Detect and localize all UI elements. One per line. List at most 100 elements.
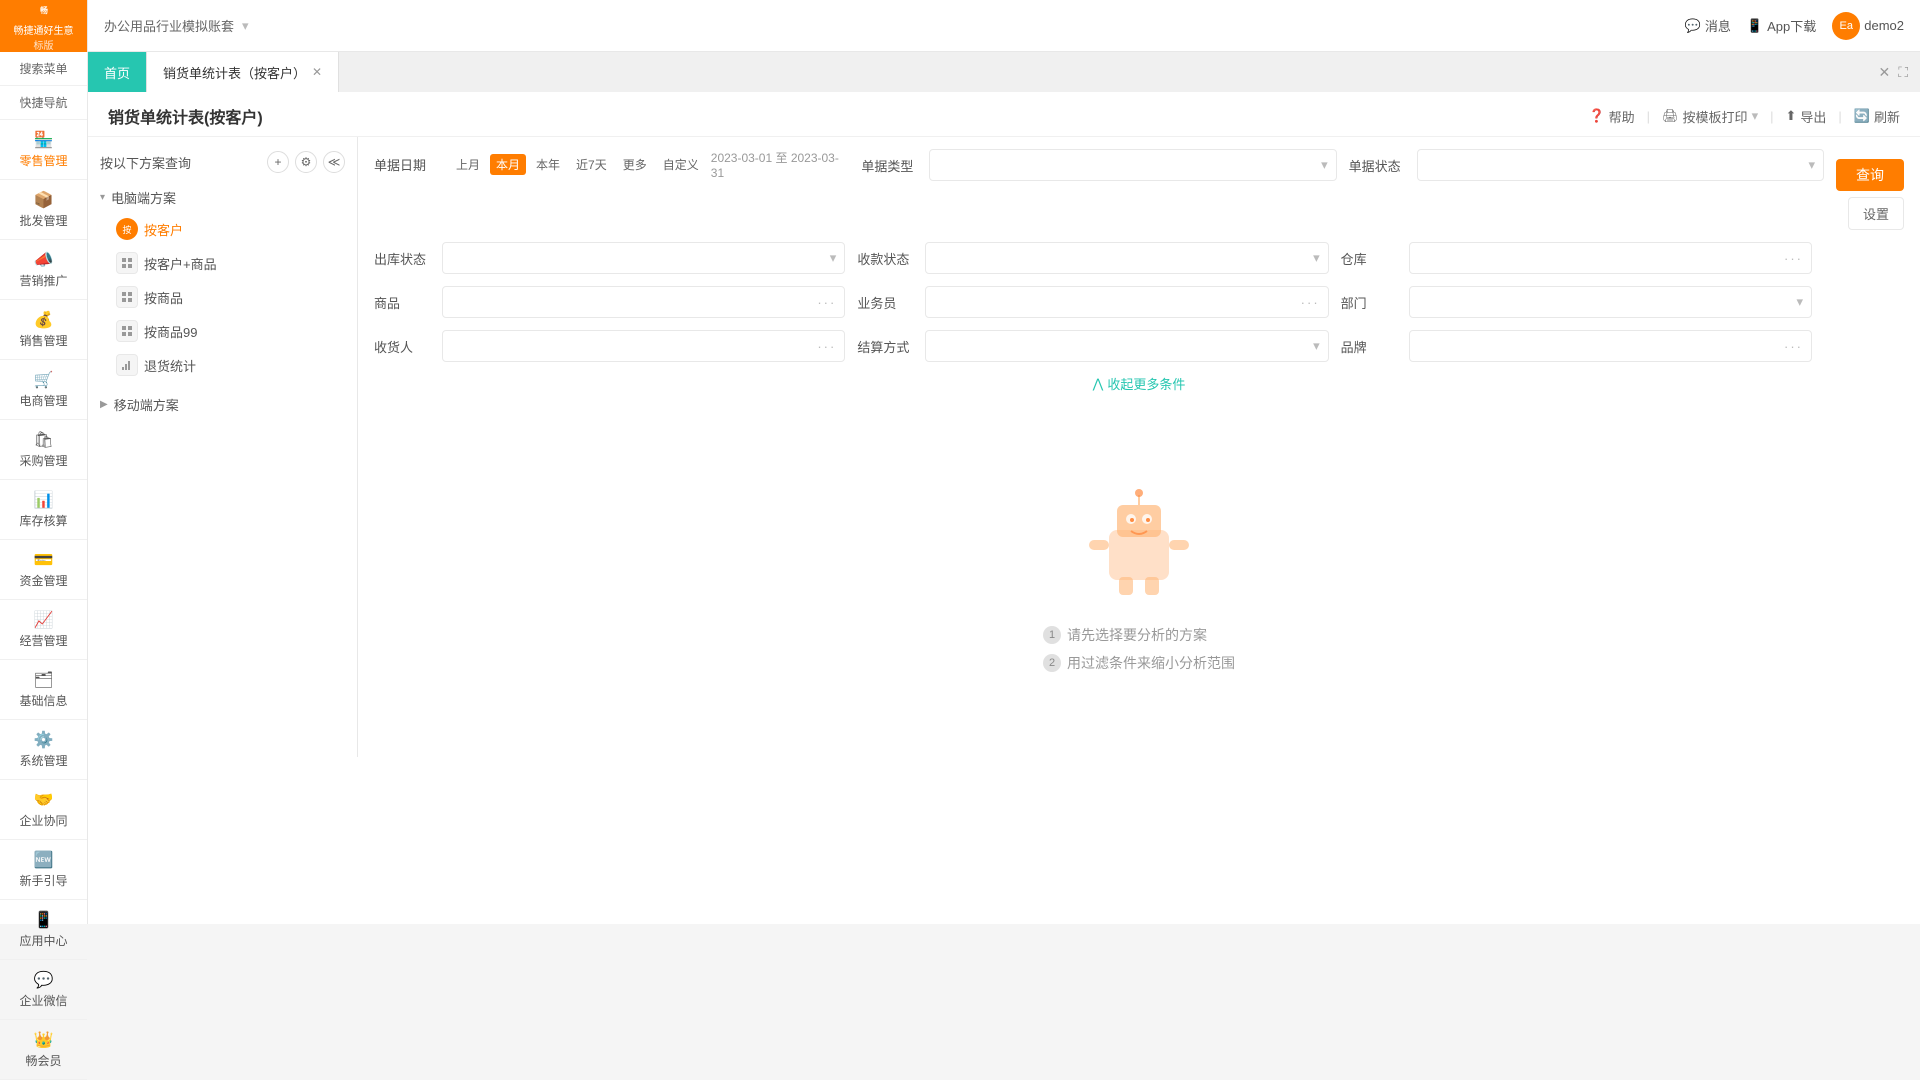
tree-child-by-product[interactable]: 按商品 <box>88 280 357 314</box>
sidebar-item-retail[interactable]: 🏪 零售管理 <box>0 120 87 180</box>
sidebar-item-basic[interactable]: 🗂 基础信息 <box>0 660 87 720</box>
filter-doc-status: 单据状态 ▾ <box>1349 149 1824 181</box>
brand-control[interactable]: ··· <box>1409 330 1812 362</box>
page-title: 销货单统计表(按客户) <box>108 104 263 128</box>
help-btn[interactable]: ❓ 帮助 <box>1588 107 1634 126</box>
dept-control[interactable]: ▾ <box>1409 286 1812 318</box>
filter-receipt-status: 收款状态 ▾ <box>857 242 1328 274</box>
sidebar-item-appcenter[interactable]: 📱 应用中心 <box>0 900 87 960</box>
app-download-btn[interactable]: 📱 App下载 <box>1747 16 1816 35</box>
sidebar-item-enterprise[interactable]: 🤝 企业协同 <box>0 780 87 840</box>
refresh-label: 刷新 <box>1874 107 1900 126</box>
settings-button[interactable]: 设置 <box>1848 197 1904 230</box>
receiver-control[interactable]: ··· <box>442 330 845 362</box>
sidebar-item-corpwechat[interactable]: 💬 企业微信 <box>0 960 87 1020</box>
settlement-control[interactable]: ▾ <box>925 330 1328 362</box>
tab-close-icon[interactable]: ✕ <box>312 65 322 79</box>
print-arrow-icon: ▾ <box>1752 108 1759 124</box>
tip-text-2: 用过滤条件来缩小分析范围 <box>1067 649 1235 677</box>
warehouse-label: 仓库 <box>1341 249 1401 268</box>
basic-icon: 🗂 <box>0 670 87 690</box>
sidebar-item-newuser-label: 新手引导 <box>0 872 87 889</box>
tree-parent-desktop[interactable]: ▾ 电脑端方案 <box>88 183 357 212</box>
date-btn-custom[interactable]: 自定义 <box>657 154 705 175</box>
dropdown-arrow-icon[interactable]: ▾ <box>242 18 249 34</box>
svg-text:畅: 畅 <box>40 5 48 15</box>
help-label: 帮助 <box>1609 107 1635 126</box>
collapse-panel-btn[interactable]: ≪ <box>323 151 345 173</box>
by-customer-product-icon <box>116 252 138 274</box>
sidebar-item-business-label: 经营管理 <box>0 632 87 649</box>
message-btn[interactable]: 💬 消息 <box>1685 16 1731 35</box>
close-window-icon[interactable]: ✕ <box>1878 64 1890 81</box>
date-btn-7days[interactable]: 近7天 <box>570 154 613 175</box>
page-header: 销货单统计表(按客户) ❓ 帮助 | 🖨 按模板打印 ▾ | ⬆ <box>88 92 1920 137</box>
product-control[interactable]: ··· <box>442 286 845 318</box>
tree-parent-mobile[interactable]: ▶ 移动端方案 <box>88 390 357 419</box>
settings-scheme-btn[interactable]: ⚙ <box>295 151 317 173</box>
salesperson-control[interactable]: ··· <box>925 286 1328 318</box>
sidebar-item-finance[interactable]: 💳 资金管理 <box>0 540 87 600</box>
tree-child-returns[interactable]: 退货统计 <box>88 348 357 382</box>
sidebar-item-system[interactable]: ⚙️ 系统管理 <box>0 720 87 780</box>
sidebar-item-marketing[interactable]: 📣 营销推广 <box>0 240 87 300</box>
marketing-icon: 📣 <box>0 250 87 270</box>
sidebar-item-wholesale[interactable]: 📦 批发管理 <box>0 180 87 240</box>
export-btn[interactable]: ⬆ 导出 <box>1785 107 1826 126</box>
date-btn-thisyear[interactable]: 本年 <box>530 154 566 175</box>
add-scheme-btn[interactable]: + <box>267 151 289 173</box>
filter-receiver: 收货人 ··· <box>374 330 845 362</box>
avatar: Ea <box>1832 12 1860 40</box>
by-customer-label: 按客户 <box>144 220 183 239</box>
sidebar-item-inventory[interactable]: 📊 库存核算 <box>0 480 87 540</box>
avatar-text: Ea <box>1840 20 1853 32</box>
sidebar-item-member[interactable]: 👑 畅会员 <box>0 1020 87 1080</box>
sidebar-item-inventory-label: 库存核算 <box>0 512 87 529</box>
doc-type-control[interactable]: ▾ <box>929 149 1336 181</box>
tree-child-by-customer[interactable]: 按 按客户 <box>88 212 357 246</box>
sidebar-item-newuser[interactable]: 🆕 新手引导 <box>0 840 87 900</box>
maximize-icon[interactable]: ⛶ <box>1898 64 1908 81</box>
out-status-control[interactable]: ▾ <box>442 242 845 274</box>
date-btn-lastmonth[interactable]: 上月 <box>450 154 486 175</box>
export-label: 导出 <box>1800 107 1826 126</box>
tree-mobile-section: ▶ 移动端方案 <box>88 386 357 423</box>
product-dots-icon: ··· <box>817 295 836 310</box>
by-customer-icon: 按 <box>116 218 138 240</box>
date-shortcuts: 上月 本月 本年 近7天 更多 自定义 <box>450 154 705 175</box>
sidebar-search[interactable]: 搜索菜单 <box>0 52 87 86</box>
returns-icon <box>116 354 138 376</box>
sidebar-item-business[interactable]: 📈 经营管理 <box>0 600 87 660</box>
user-avatar-area[interactable]: Ea demo2 <box>1832 12 1904 40</box>
tree-desktop-section: ▾ 电脑端方案 按 按客户 按客户+商品 <box>88 179 357 386</box>
collapse-btn[interactable]: ⋀ 收起更多条件 <box>1093 374 1186 393</box>
dept-label: 部门 <box>1341 293 1401 312</box>
doc-status-control[interactable]: ▾ <box>1417 149 1824 181</box>
tab-sales-stat-label: 销货单统计表（按客户） <box>163 63 306 82</box>
page: 销货单统计表(按客户) ❓ 帮助 | 🖨 按模板打印 ▾ | ⬆ <box>88 92 1920 924</box>
settlement-arrow-icon: ▾ <box>1313 338 1320 354</box>
tree-child-by-product99[interactable]: 按商品99 <box>88 314 357 348</box>
filter-date: 单据日期 上月 本月 本年 近7天 更多 自定义 2023-03-01 至 20… <box>374 149 849 180</box>
sidebar: 畅 畅捷通好生意 标版 搜索菜单 快捷导航 🏪 零售管理 📦 批发管理 📣 营销… <box>0 0 88 924</box>
tab-home[interactable]: 首页 <box>88 52 147 92</box>
sidebar-item-corpwechat-label: 企业微信 <box>0 992 87 1009</box>
tab-sales-stat[interactable]: 销货单统计表（按客户） ✕ <box>147 52 339 92</box>
sidebar-item-appcenter-label: 应用中心 <box>0 932 87 949</box>
receipt-status-control[interactable]: ▾ <box>925 242 1328 274</box>
tree-parent-label: 电脑端方案 <box>111 188 176 207</box>
date-btn-thismonth[interactable]: 本月 <box>490 154 526 175</box>
sidebar-item-ecommerce[interactable]: 🛒 电商管理 <box>0 360 87 420</box>
sidebar-item-sales[interactable]: 💰 销售管理 <box>0 300 87 360</box>
sidebar-item-system-label: 系统管理 <box>0 752 87 769</box>
tree-child-by-customer-product[interactable]: 按客户+商品 <box>88 246 357 280</box>
sidebar-quick-nav[interactable]: 快捷导航 <box>0 86 87 120</box>
query-button[interactable]: 查询 <box>1836 159 1904 191</box>
date-btn-more[interactable]: 更多 <box>617 154 653 175</box>
filter-row-4: 收货人 ··· 结算方式 ▾ <box>374 330 1904 362</box>
print-btn[interactable]: 🖨 按模板打印 ▾ <box>1662 107 1758 126</box>
warehouse-control[interactable]: ··· <box>1409 242 1812 274</box>
mobile-arrow-icon: ▶ <box>100 399 108 410</box>
refresh-btn[interactable]: 🔄 刷新 <box>1854 107 1900 126</box>
sidebar-item-purchase[interactable]: 🛍 采购管理 <box>0 420 87 480</box>
